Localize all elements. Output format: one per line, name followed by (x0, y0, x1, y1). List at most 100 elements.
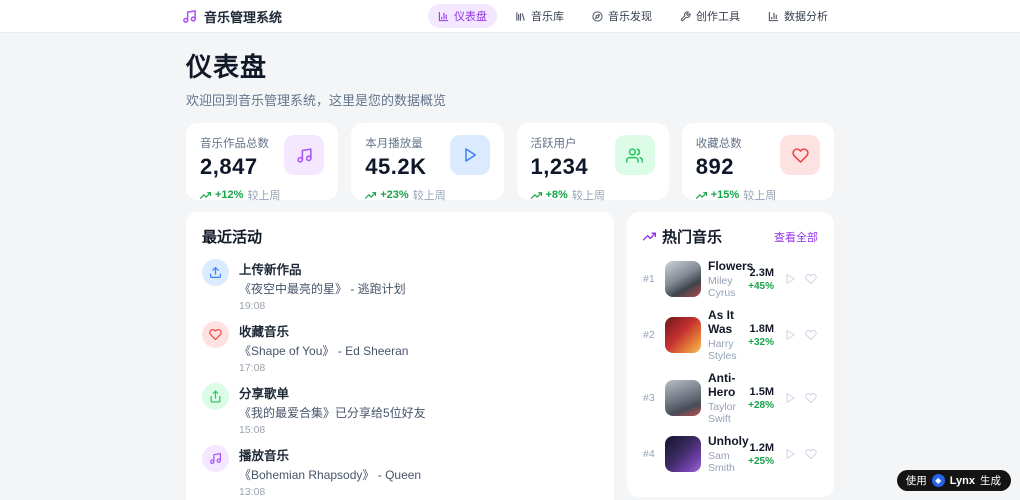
stat-trend-suffix: 较上周 (247, 190, 281, 202)
library-icon (515, 11, 526, 22)
trend-percent: +25% (748, 455, 774, 467)
nav-item-music-discovery[interactable]: 音乐发现 (582, 4, 662, 28)
stat-card-active-users: 活跃用户 1,234 +8% 较上周 (516, 123, 669, 202)
view-all-hot-music-link[interactable]: 查看全部 (774, 229, 818, 245)
nav-label: 仪表盘 (454, 11, 487, 23)
activity-title: 上传新作品 (239, 263, 302, 277)
trending-up-icon (695, 190, 707, 201)
nav-label: 音乐发现 (608, 11, 652, 23)
activity-desc: 《Shape of You》 - Ed Sheeran (239, 344, 409, 358)
play-icon[interactable] (783, 391, 797, 405)
main-nav: 仪表盘 音乐库 音乐发现 创作工具 数据分析 (428, 4, 838, 28)
stat-card-total-favorites: 收藏总数 892 +15% 较上周 (681, 123, 834, 202)
heart-icon[interactable] (804, 328, 818, 342)
page-subtitle: 欢迎回到音乐管理系统，这里是您的数据概览 (186, 93, 447, 108)
trend-percent: +28% (748, 399, 774, 411)
song-title: Anti-Hero (708, 371, 736, 399)
song-title: Unholy (708, 434, 749, 448)
badge-prefix: 使用 (905, 475, 927, 487)
music-note-icon (202, 445, 229, 472)
activity-time: 13:08 (239, 486, 266, 498)
hot-music-row-3[interactable]: #3 Anti-Hero Taylor Swift 1.5M +28% (643, 371, 818, 425)
nav-item-music-library[interactable]: 音乐库 (505, 4, 574, 28)
nav-label: 音乐库 (531, 11, 564, 23)
trend-percent: +32% (748, 336, 774, 348)
stat-trend-value: +8% (545, 189, 568, 201)
nav-item-data-analysis[interactable]: 数据分析 (758, 4, 838, 28)
heart-icon (780, 135, 820, 175)
play-icon[interactable] (783, 447, 797, 461)
song-title: As It Was (708, 308, 735, 336)
activity-desc: 《夜空中最亮的星》 - 逃跑计划 (239, 282, 406, 296)
upload-icon (202, 259, 229, 286)
heart-icon[interactable] (804, 447, 818, 461)
trending-up-icon (365, 190, 377, 201)
stat-trend-value: +23% (380, 189, 409, 201)
analytics-chart-icon (768, 11, 779, 22)
users-icon (614, 135, 655, 175)
stat-trend-suffix: 较上周 (412, 190, 446, 202)
rank-label: #1 (643, 273, 655, 285)
song-artist: Sam Smith (708, 450, 735, 474)
app-logo[interactable]: 音乐管理系统 (182, 7, 282, 26)
hot-music-row-4[interactable]: #4 Unholy Sam Smith 1.2M +25% (643, 434, 818, 474)
nav-item-dashboard[interactable]: 仪表盘 (428, 4, 497, 28)
activity-item-share: 分享歌单 《我的最爱合集》已分享给5位好友 15:08 (202, 383, 598, 436)
song-artist: Taylor Swift (708, 401, 737, 425)
nav-label: 数据分析 (784, 11, 828, 23)
stat-trend-value: +12% (215, 189, 244, 201)
stat-label: 音乐作品总数 (200, 138, 269, 150)
song-artist: Miley Cyrus (708, 275, 736, 299)
hot-music-card: 热门音乐 查看全部 #1 Flowers Miley Cyrus 2.3M +4… (627, 212, 834, 497)
activity-time: 17:08 (239, 362, 266, 374)
nav-item-creation-tools[interactable]: 创作工具 (670, 4, 750, 28)
stat-card-total-works: 音乐作品总数 2,847 +12% 较上周 (186, 123, 339, 202)
stats-row: 音乐作品总数 2,847 +12% 较上周 本月播放量 45.2K +23% 较… (186, 123, 834, 202)
trending-up-icon (530, 190, 542, 201)
stat-value: 1,234 (530, 154, 589, 179)
stat-value: 2,847 (200, 154, 258, 179)
activity-list: 上传新作品 《夜空中最亮的星》 - 逃跑计划 19:08 收藏音乐 《Shape… (202, 259, 598, 498)
stat-value: 45.2K (365, 154, 427, 179)
play-count: 1.2M (749, 441, 774, 454)
activity-title: 收藏音乐 (239, 325, 290, 339)
activity-item-upload: 上传新作品 《夜空中最亮的星》 - 逃跑计划 19:08 (202, 259, 598, 312)
rank-label: #2 (643, 329, 655, 341)
trending-up-icon (643, 230, 656, 243)
activity-item-play: 播放音乐 《Bohemian Rhapsody》 - Queen 13:08 (202, 445, 598, 498)
rank-label: #3 (643, 392, 655, 404)
share-icon (202, 383, 229, 410)
play-icon[interactable] (783, 272, 797, 286)
album-art (665, 380, 701, 416)
activity-desc: 《Bohemian Rhapsody》 - Queen (239, 468, 422, 482)
play-count: 1.8M (749, 322, 774, 335)
activity-time: 15:08 (239, 424, 266, 436)
hot-music-list: #1 Flowers Miley Cyrus 2.3M +45% #2 As I… (643, 259, 818, 474)
recent-activity-card: 最近活动 上传新作品 《夜空中最亮的星》 - 逃跑计划 19:08 收藏音乐 《… (186, 212, 614, 500)
play-count: 2.3M (749, 266, 774, 279)
page-title: 仪表盘 (186, 52, 268, 82)
stat-value: 892 (695, 154, 734, 179)
activity-time: 19:08 (239, 300, 266, 312)
music-note-icon (284, 135, 325, 175)
wrench-icon (680, 10, 691, 22)
heart-icon[interactable] (804, 391, 818, 405)
hot-music-row-2[interactable]: #2 As It Was Harry Styles 1.8M +32% (643, 308, 818, 362)
play-icon[interactable] (783, 328, 797, 342)
hot-music-row-1[interactable]: #1 Flowers Miley Cyrus 2.3M +45% (643, 259, 818, 299)
activity-title: 播放音乐 (239, 449, 290, 463)
dashboard-main: 仪表盘 欢迎回到音乐管理系统，这里是您的数据概览 音乐作品总数 2,847 +1… (186, 33, 834, 500)
play-count: 1.5M (749, 385, 774, 398)
app-title: 音乐管理系统 (204, 9, 283, 25)
heart-icon[interactable] (804, 272, 818, 286)
trending-up-icon (200, 190, 211, 201)
play-icon (449, 135, 490, 175)
trend-percent: +45% (748, 280, 774, 292)
activity-desc: 《我的最爱合集》已分享给5位好友 (239, 406, 426, 420)
lynx-badge[interactable]: 使用 ◆ Lynx 生成 (896, 470, 1011, 491)
stat-label: 本月播放量 (365, 138, 423, 150)
lynx-logo-icon: ◆ (931, 474, 945, 487)
stat-card-monthly-plays: 本月播放量 45.2K +23% 较上周 (351, 123, 504, 202)
activity-item-favorite: 收藏音乐 《Shape of You》 - Ed Sheeran 17:08 (202, 321, 598, 374)
stat-trend-suffix: 较上周 (743, 190, 777, 202)
